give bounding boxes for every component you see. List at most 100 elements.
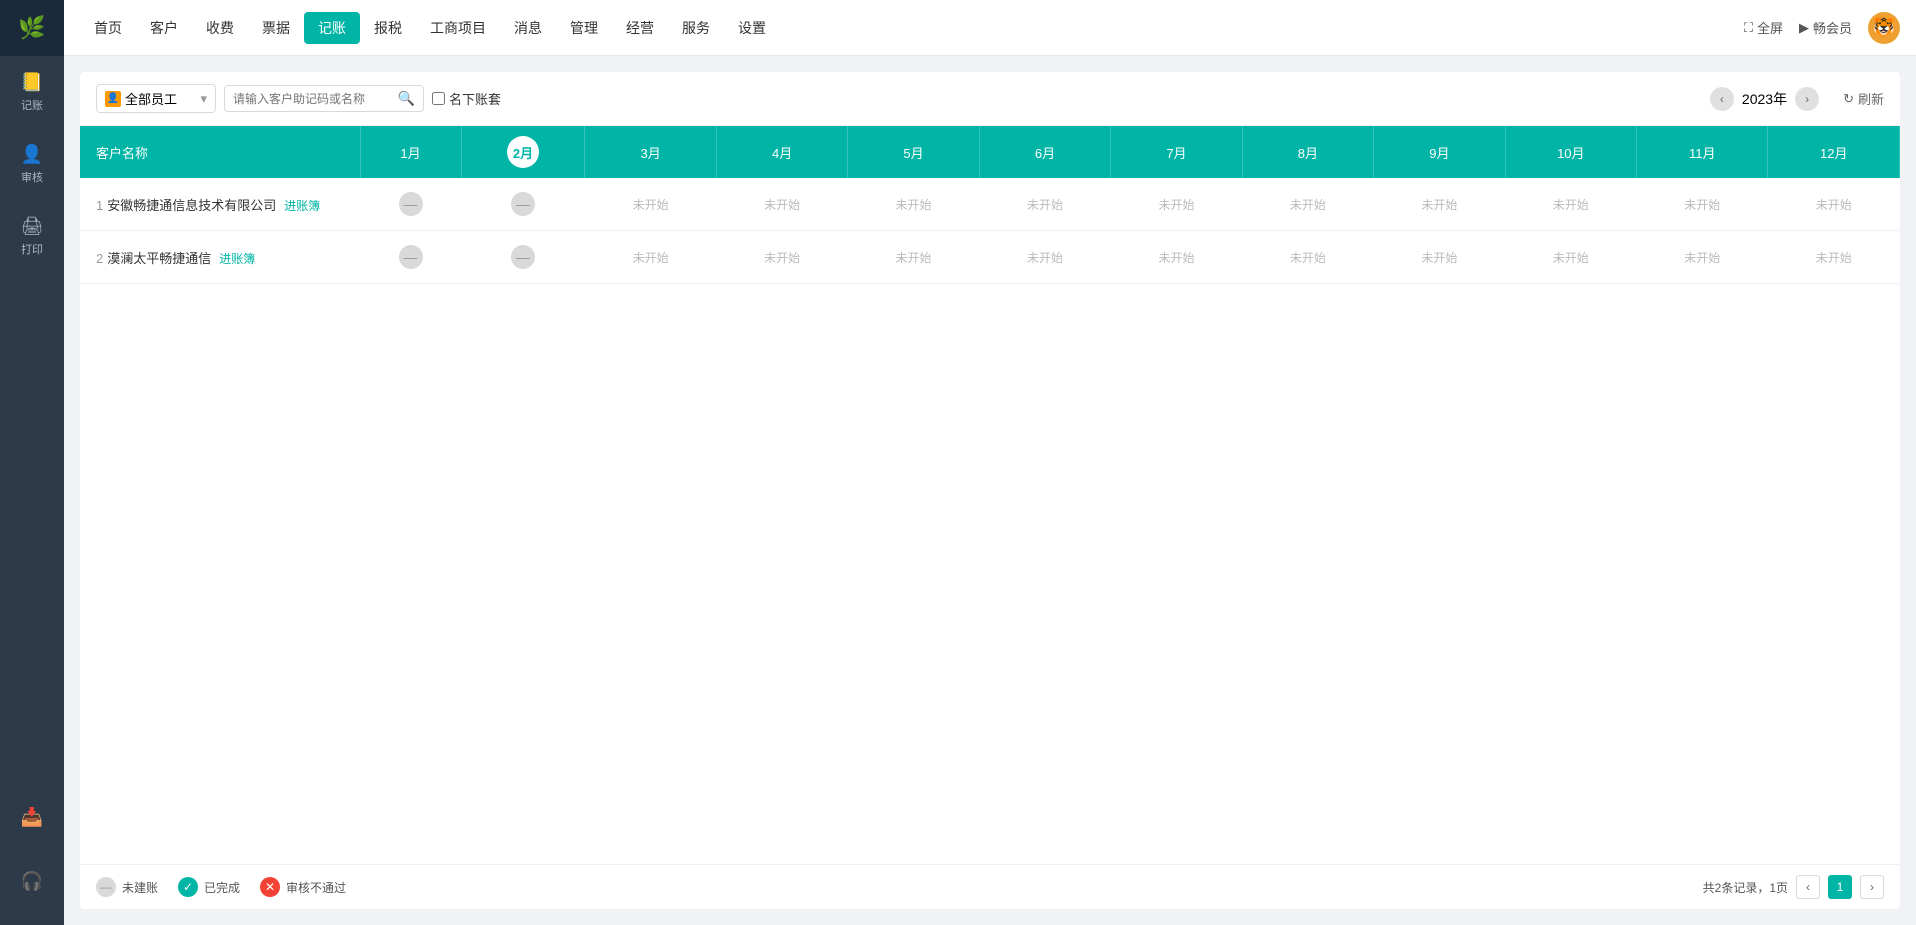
cell-nov-0: 未开始 [1637,178,1768,231]
table-footer: — 未建账 ✓ 已完成 ✕ 审核不通过 共2条记录，1页 ‹ 1 › [80,864,1900,909]
table-header-row: 客户名称 1月 2月 3月 4月 5月 6月 7月 8月 9月 [80,126,1900,178]
col-header-may: 5月 [848,126,979,178]
total-records-label: 共2条记录，1页 [1703,879,1788,896]
nav-operation[interactable]: 经营 [612,0,668,56]
cell-jul-1: 未开始 [1111,231,1242,284]
cell-may-0: 未开始 [848,178,979,231]
col-header-mar: 3月 [585,126,716,178]
cell-jan-1: — [360,231,461,284]
main-area: 首页 客户 收费 票据 记账 报税 工商项目 消息 管理 经营 服务 设置 ⛶ … [64,0,1916,925]
employee-icon: 👤 [105,91,121,107]
status-not-started-jul-1: 未开始 [1158,251,1194,265]
my-accounts-label: 名下账套 [449,89,501,108]
my-accounts-checkbox-label[interactable]: 名下账套 [432,89,501,108]
sidebar-item-support[interactable]: 🎧 [0,853,64,909]
col-header-feb: 2月 [461,126,585,178]
cell-aug-0: 未开始 [1242,178,1373,231]
status-not-started-jun-1: 未开始 [1027,251,1063,265]
content-area: 👤 全部员工 ▾ 🔍 名下账套 ‹ 2023年 › [64,56,1916,925]
nav-tax[interactable]: 报税 [360,0,416,56]
customer-name-1: 漠澜太平畅捷通信 [107,251,211,266]
row-index-0: 1 [96,198,103,213]
year-next-button[interactable]: › [1795,87,1819,111]
vip-button[interactable]: ▶ 畅会员 [1799,18,1852,37]
status-not-started-apr-1: 未开始 [764,251,800,265]
sidebar-item-download[interactable]: 📥 [0,789,64,845]
nav-client[interactable]: 客户 [136,0,192,56]
sidebar-item-print[interactable]: 🖨 打印 [0,200,64,272]
col-header-nov: 11月 [1637,126,1768,178]
nav-settings[interactable]: 设置 [724,0,780,56]
cell-mar-0: 未开始 [585,178,716,231]
cell-jan-0: — [360,178,461,231]
enter-link-1[interactable]: 进账簿 [219,252,255,266]
cell-feb-1: — [461,231,585,284]
avatar-icon: 🐯 [1873,17,1895,38]
cell-jun-0: 未开始 [979,178,1110,231]
sidebar-item-audit-label: 审核 [21,169,43,185]
status-not-started-apr-0: 未开始 [764,198,800,212]
col-header-name: 客户名称 [80,126,360,178]
nav-invoice[interactable]: 票据 [248,0,304,56]
col-header-aug: 8月 [1242,126,1373,178]
row-index-1: 2 [96,251,103,266]
nav-manage[interactable]: 管理 [556,0,612,56]
cell-jul-0: 未开始 [1111,178,1242,231]
legend-complete: ✓ 已完成 [178,877,240,897]
sidebar-bottom: 📥 🎧 [0,789,64,925]
download-icon: 📥 [21,807,43,828]
pagination-area: 共2条记录，1页 ‹ 1 › [1703,875,1884,899]
status-not-started-aug-1: 未开始 [1290,251,1326,265]
status-not-started-oct-1: 未开始 [1553,251,1589,265]
status-not-started-dec-1: 未开始 [1816,251,1852,265]
nav-business[interactable]: 工商项目 [416,0,500,56]
refresh-button[interactable]: ↻ 刷新 [1843,89,1884,108]
nav-charge[interactable]: 收费 [192,0,248,56]
status-not-started-jul-0: 未开始 [1158,198,1194,212]
top-navigation: 首页 客户 收费 票据 记账 报税 工商项目 消息 管理 经营 服务 设置 ⛶ … [64,0,1916,56]
topnav-right: ⛶ 全屏 ▶ 畅会员 🐯 [1744,12,1900,44]
refresh-label: 刷新 [1858,89,1884,108]
customer-name-0: 安徽畅捷通信息技术有限公司 [107,198,276,213]
next-page-button[interactable]: › [1860,875,1884,899]
col-header-apr: 4月 [716,126,847,178]
sidebar-item-accounting-label: 记账 [21,97,43,113]
nav-service[interactable]: 服务 [668,0,724,56]
status-not-started-nov-1: 未开始 [1684,251,1720,265]
search-icon[interactable]: 🔍 [398,90,415,107]
legend-icon-unbuilt: — [96,877,116,897]
year-label: 2023年 [1742,89,1787,109]
status-dash-feb-1: — [511,245,535,269]
enter-link-0[interactable]: 进账簿 [284,199,320,213]
cell-oct-1: 未开始 [1505,231,1636,284]
accounting-icon: 📒 [21,72,43,93]
cell-dec-1: 未开始 [1768,231,1900,284]
refresh-icon: ↻ [1843,91,1854,107]
year-prev-button[interactable]: ‹ [1710,87,1734,111]
col-header-jul: 7月 [1111,126,1242,178]
my-accounts-checkbox[interactable] [432,92,445,105]
search-box: 🔍 [224,85,424,112]
cell-may-1: 未开始 [848,231,979,284]
search-input[interactable] [233,92,398,106]
cell-sep-0: 未开始 [1374,178,1505,231]
vip-label: 畅会员 [1813,18,1852,37]
prev-page-button[interactable]: ‹ [1796,875,1820,899]
cell-nov-1: 未开始 [1637,231,1768,284]
nav-bookkeeping[interactable]: 记账 [304,12,360,44]
cell-sep-1: 未开始 [1374,231,1505,284]
legend-label-unbuilt: 未建账 [122,879,158,896]
nav-home[interactable]: 首页 [80,0,136,56]
main-card: 👤 全部员工 ▾ 🔍 名下账套 ‹ 2023年 › [80,72,1900,909]
logo-icon: 🌿 [18,15,45,41]
fullscreen-button[interactable]: ⛶ 全屏 [1744,18,1783,37]
cell-aug-1: 未开始 [1242,231,1373,284]
employee-select[interactable]: 👤 全部员工 ▾ [96,84,216,113]
user-avatar[interactable]: 🐯 [1868,12,1900,44]
current-page-button[interactable]: 1 [1828,875,1852,899]
sidebar-item-accounting[interactable]: 📒 记账 [0,56,64,128]
status-not-started-sep-0: 未开始 [1421,198,1457,212]
legend-unbuilt: — 未建账 [96,877,158,897]
sidebar-item-audit[interactable]: 👤 审核 [0,128,64,200]
nav-message[interactable]: 消息 [500,0,556,56]
